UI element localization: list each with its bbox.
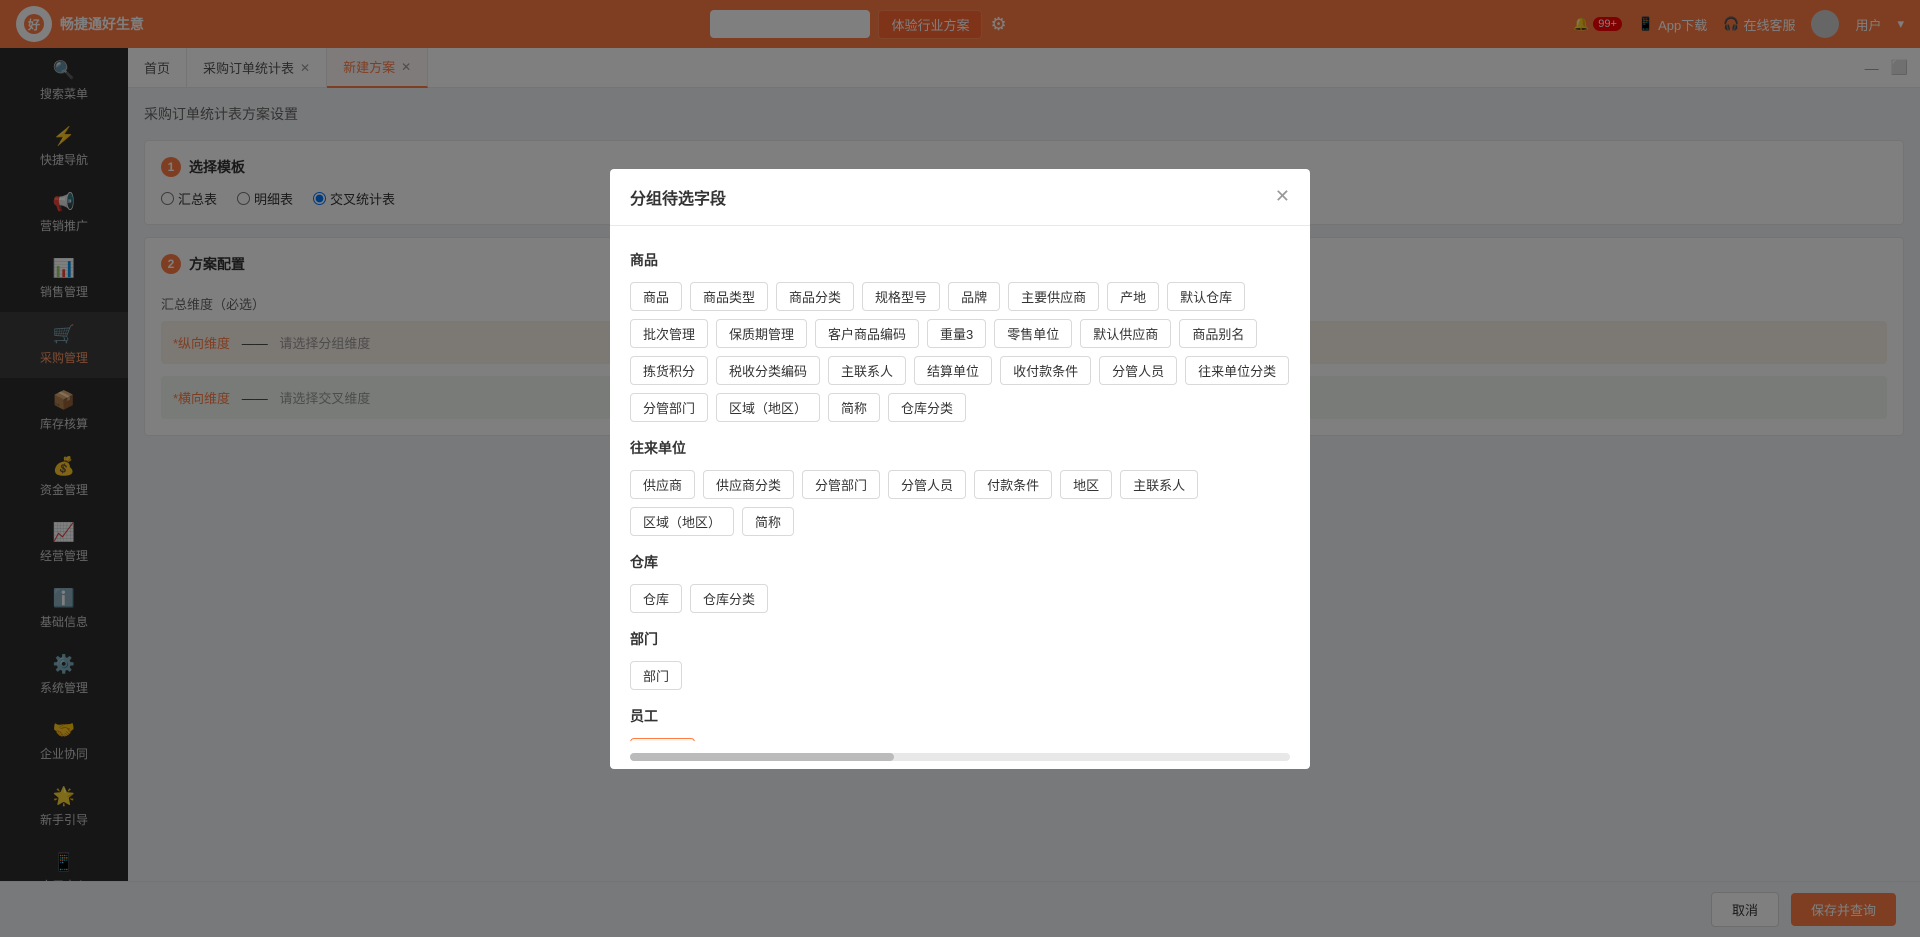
- modal-header: 分组待选字段 ✕: [610, 169, 1310, 226]
- modal-hscrollbar[interactable]: [630, 753, 1290, 761]
- group-fields-partner: 供应商 供应商分类 分管部门 分管人员 付款条件 地区 主联系人 区域（地区） …: [630, 470, 1290, 536]
- field-tag[interactable]: 批次管理: [630, 319, 708, 348]
- field-tag[interactable]: 税收分类编码: [716, 356, 820, 385]
- field-tag[interactable]: 区域（地区）: [716, 393, 820, 422]
- field-tag[interactable]: 主联系人: [1120, 470, 1198, 499]
- group-title-product: 商品: [630, 250, 1290, 270]
- field-tag[interactable]: 拣货积分: [630, 356, 708, 385]
- field-tag[interactable]: 收付款条件: [1000, 356, 1091, 385]
- field-tag[interactable]: 零售单位: [994, 319, 1072, 348]
- modal-overlay: 分组待选字段 ✕ 商品 商品 商品类型 商品分类 规格型号 品牌 主要供应商 产…: [0, 0, 1920, 937]
- field-tag[interactable]: 区域（地区）: [630, 507, 734, 536]
- field-tag[interactable]: 供应商分类: [703, 470, 794, 499]
- field-tag[interactable]: 分管部门: [630, 393, 708, 422]
- field-tag[interactable]: 品牌: [948, 282, 1000, 311]
- field-tag[interactable]: 默认供应商: [1080, 319, 1171, 348]
- field-selection-modal: 分组待选字段 ✕ 商品 商品 商品类型 商品分类 规格型号 品牌 主要供应商 产…: [610, 169, 1310, 769]
- field-tag[interactable]: 默认仓库: [1167, 282, 1245, 311]
- field-tag[interactable]: 地区: [1060, 470, 1112, 499]
- modal-title: 分组待选字段: [630, 185, 726, 209]
- field-tag[interactable]: 付款条件: [974, 470, 1052, 499]
- field-tag[interactable]: 简称: [828, 393, 880, 422]
- field-tag[interactable]: 主联系人: [828, 356, 906, 385]
- field-tag[interactable]: 商品: [630, 282, 682, 311]
- modal-scrollbar-area: [610, 741, 1310, 769]
- group-title-partner: 往来单位: [630, 438, 1290, 458]
- field-tag[interactable]: 分管人员: [888, 470, 966, 499]
- field-tag[interactable]: 主要供应商: [1008, 282, 1099, 311]
- field-tag[interactable]: 简称: [742, 507, 794, 536]
- field-tag[interactable]: 供应商: [630, 470, 695, 499]
- field-tag[interactable]: 客户商品编码: [815, 319, 919, 348]
- field-tag[interactable]: 保质期管理: [716, 319, 807, 348]
- field-tag[interactable]: 产地: [1107, 282, 1159, 311]
- field-tag[interactable]: 商品别名: [1179, 319, 1257, 348]
- field-tag[interactable]: 仓库分类: [888, 393, 966, 422]
- field-tag[interactable]: 分管部门: [802, 470, 880, 499]
- group-title-employee: 员工: [630, 706, 1290, 726]
- group-title-dept: 部门: [630, 629, 1290, 649]
- group-fields-product: 商品 商品类型 商品分类 规格型号 品牌 主要供应商 产地 默认仓库 批次管理 …: [630, 282, 1290, 422]
- group-fields-dept: 部门: [630, 661, 1290, 690]
- field-tag[interactable]: 重量3: [927, 319, 986, 348]
- modal-hscrollbar-thumb: [630, 753, 894, 761]
- field-tag[interactable]: 商品类型: [690, 282, 768, 311]
- field-tag[interactable]: 仓库分类: [690, 584, 768, 613]
- field-tag[interactable]: 商品分类: [776, 282, 854, 311]
- modal-body: 商品 商品 商品类型 商品分类 规格型号 品牌 主要供应商 产地 默认仓库 批次…: [610, 226, 1310, 741]
- group-fields-warehouse: 仓库 仓库分类: [630, 584, 1290, 613]
- field-tag[interactable]: 部门: [630, 661, 682, 690]
- field-tag[interactable]: 分管人员: [1099, 356, 1177, 385]
- field-tag[interactable]: 规格型号: [862, 282, 940, 311]
- group-title-warehouse: 仓库: [630, 552, 1290, 572]
- field-tag[interactable]: 仓库: [630, 584, 682, 613]
- field-tag[interactable]: 结算单位: [914, 356, 992, 385]
- field-tag[interactable]: 往来单位分类: [1185, 356, 1289, 385]
- modal-close-btn[interactable]: ✕: [1275, 186, 1290, 207]
